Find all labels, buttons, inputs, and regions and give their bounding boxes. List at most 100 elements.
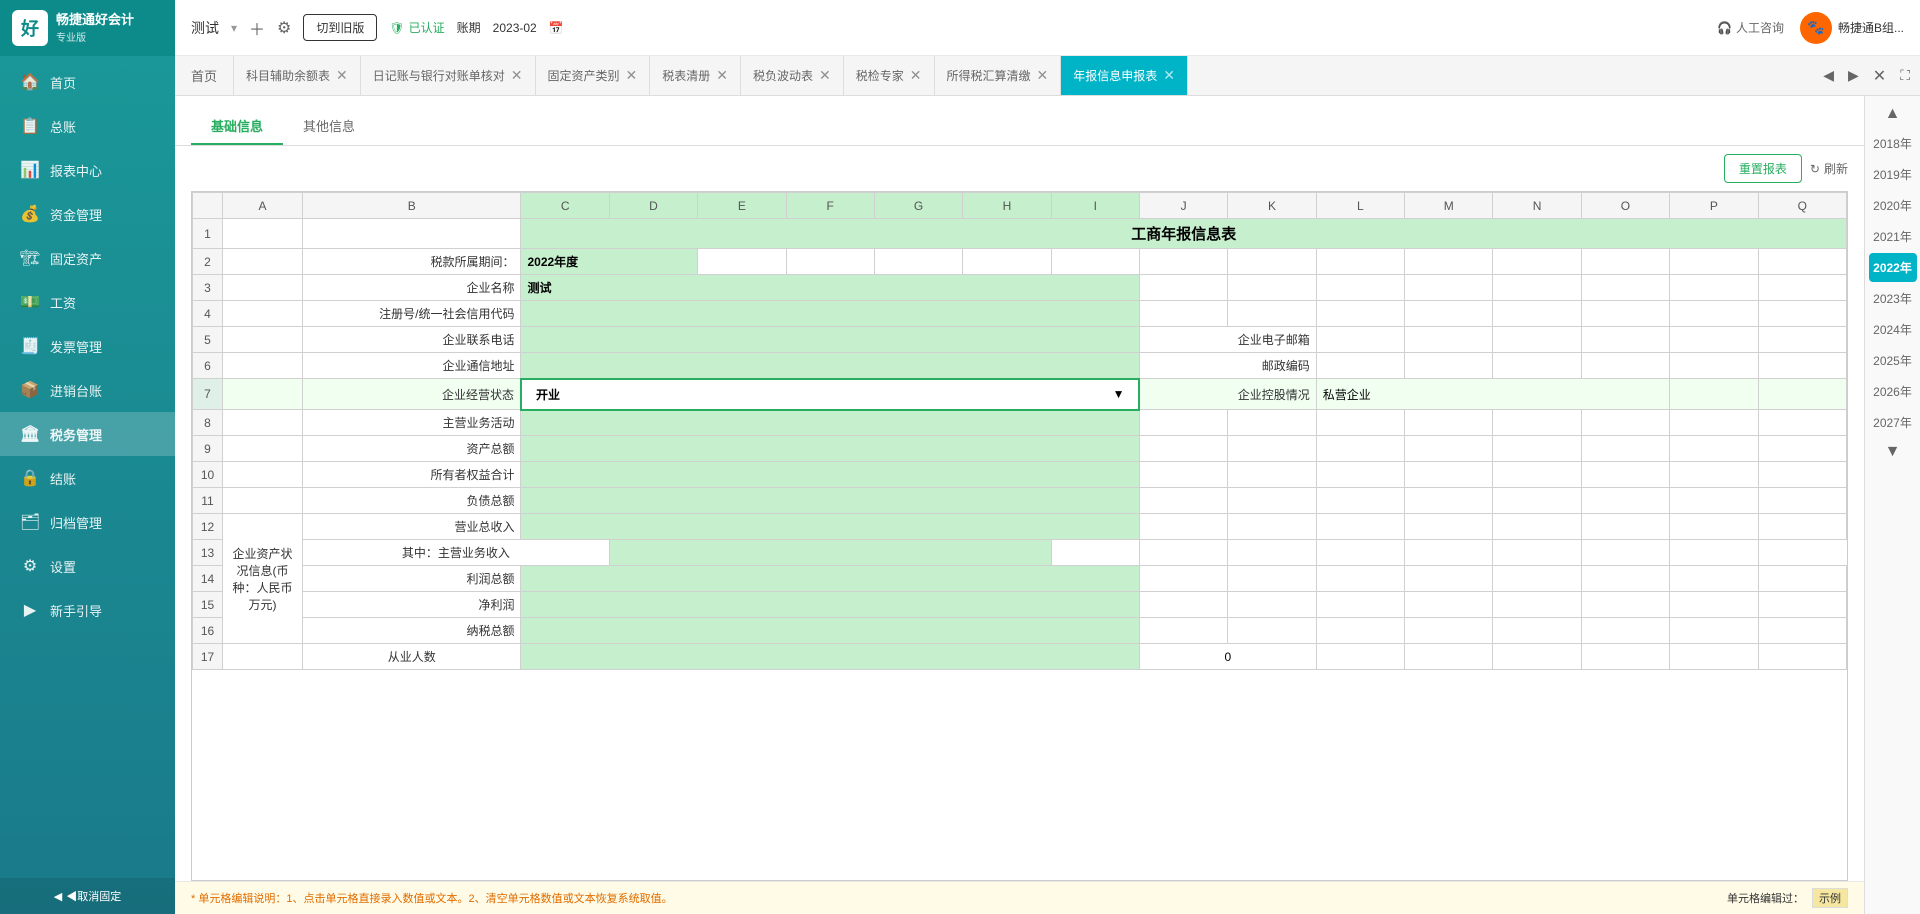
cell[interactable] <box>1316 410 1404 436</box>
cell[interactable] <box>1581 353 1669 379</box>
cell[interactable] <box>1316 249 1404 275</box>
cell[interactable] <box>874 249 962 275</box>
tab-1[interactable]: 科目辅助余额表✕ <box>234 56 361 95</box>
tab-2[interactable]: 日记账与银行对账单核对✕ <box>361 56 536 95</box>
cell-employee-count[interactable]: 0 <box>1139 644 1316 670</box>
cell[interactable]: 负债总额 <box>303 488 521 514</box>
cell-postcode-label[interactable]: 邮政编码 <box>1139 353 1316 379</box>
cell[interactable] <box>1228 592 1316 618</box>
sidebar-item-fund[interactable]: 💰资金管理 <box>0 192 175 236</box>
tab-3[interactable]: 固定资产类别✕ <box>536 56 651 95</box>
cell[interactable] <box>223 462 303 488</box>
cell[interactable] <box>1581 644 1669 670</box>
tab-close-all-button[interactable]: ✕ <box>1867 62 1892 90</box>
cell[interactable] <box>521 327 1140 353</box>
cell[interactable] <box>1139 275 1227 301</box>
cell[interactable]: 资产总额 <box>303 436 521 462</box>
sidebar-item-asset[interactable]: 🏗固定资产 <box>0 236 175 280</box>
cell[interactable] <box>1493 327 1581 353</box>
cell[interactable] <box>1139 301 1227 327</box>
cell[interactable]: 利润总额 <box>303 566 521 592</box>
cell[interactable] <box>1581 540 1669 566</box>
cell[interactable] <box>1228 275 1316 301</box>
cell[interactable] <box>1758 462 1847 488</box>
cell[interactable]: 净利润 <box>303 592 521 618</box>
cell[interactable] <box>1139 249 1227 275</box>
cell[interactable]: 企业名称 <box>303 275 521 301</box>
cell[interactable] <box>1405 488 1493 514</box>
cell[interactable] <box>609 540 1051 566</box>
cell[interactable] <box>1316 275 1404 301</box>
cell[interactable] <box>1493 249 1581 275</box>
cell[interactable] <box>1228 462 1316 488</box>
cell[interactable] <box>521 410 1140 436</box>
cell[interactable] <box>1405 592 1493 618</box>
cell[interactable]: 从业人数 <box>303 644 521 670</box>
cell[interactable] <box>223 488 303 514</box>
refresh-button[interactable]: ↻ 刷新 <box>1810 160 1848 177</box>
year-item[interactable]: 2021年 <box>1869 222 1917 251</box>
sub-tab-其他信息[interactable]: 其他信息 <box>283 108 375 145</box>
cell[interactable] <box>1581 327 1669 353</box>
cell[interactable] <box>1493 644 1581 670</box>
cell[interactable] <box>1316 514 1404 540</box>
old-version-button[interactable]: 切到旧版 <box>303 14 377 41</box>
cell[interactable] <box>1139 514 1227 540</box>
cell[interactable] <box>521 301 1140 327</box>
cell[interactable] <box>1228 540 1316 566</box>
topbar-dropdown-icon[interactable]: ▾ <box>231 21 237 35</box>
cell[interactable] <box>1670 249 1758 275</box>
sub-tab-基础信息[interactable]: 基础信息 <box>191 108 283 145</box>
year-item[interactable]: 2019年 <box>1869 160 1917 189</box>
cell[interactable]: 企业通信地址 <box>303 353 521 379</box>
year-item[interactable]: 2027年 <box>1869 408 1917 437</box>
tab-close-button[interactable]: ✕ <box>626 67 638 84</box>
cell[interactable] <box>223 249 303 275</box>
topbar-settings-button[interactable]: ⚙ <box>277 18 291 38</box>
cell[interactable]: 主营业务活动 <box>303 410 521 436</box>
cell[interactable] <box>1758 379 1847 410</box>
sidebar-item-close[interactable]: 🔒结账 <box>0 456 175 500</box>
year-item[interactable]: 2024年 <box>1869 315 1917 344</box>
sidebar-item-report[interactable]: 📊报表中心 <box>0 148 175 192</box>
cell[interactable] <box>1493 566 1581 592</box>
cell[interactable] <box>1758 410 1847 436</box>
cell[interactable] <box>521 644 1140 670</box>
year-item[interactable]: 2025年 <box>1869 346 1917 375</box>
cell[interactable] <box>1228 618 1316 644</box>
cell[interactable] <box>303 219 521 249</box>
cell[interactable] <box>1316 566 1404 592</box>
cell[interactable] <box>1670 275 1758 301</box>
cell[interactable]: 纳税总额 <box>303 618 521 644</box>
title-cell[interactable]: 工商年报信息表 <box>521 219 1847 249</box>
cell[interactable] <box>1493 436 1581 462</box>
tab-close-button[interactable]: ✕ <box>511 67 523 84</box>
cell[interactable] <box>1670 327 1758 353</box>
cell[interactable] <box>1316 462 1404 488</box>
tab-4[interactable]: 税表清册✕ <box>650 56 741 95</box>
cell[interactable] <box>963 249 1051 275</box>
tab-close-button[interactable]: ✕ <box>716 67 728 84</box>
cell[interactable] <box>1228 436 1316 462</box>
cell[interactable] <box>1316 540 1404 566</box>
cell[interactable] <box>223 436 303 462</box>
cell[interactable] <box>1316 301 1404 327</box>
cell[interactable] <box>1581 514 1669 540</box>
cell[interactable] <box>521 353 1140 379</box>
cell[interactable] <box>1758 436 1847 462</box>
cell[interactable] <box>1316 353 1404 379</box>
cell[interactable] <box>1670 353 1758 379</box>
tab-close-button[interactable]: ✕ <box>1037 67 1049 84</box>
cell[interactable] <box>1493 592 1581 618</box>
sidebar-item-ledger[interactable]: 📋总账 <box>0 104 175 148</box>
cell[interactable] <box>1758 301 1847 327</box>
tab-scroll-left-button[interactable]: ◀ <box>1817 63 1840 88</box>
cell[interactable] <box>521 488 1140 514</box>
cell-shareholding-label[interactable]: 企业控股情况 <box>1139 379 1316 410</box>
cell[interactable] <box>521 436 1140 462</box>
tab-8[interactable]: 年报信息申报表✕ <box>1061 56 1188 95</box>
cell[interactable] <box>1670 540 1758 566</box>
cell[interactable]: 企业联系电话 <box>303 327 521 353</box>
sidebar-item-tax[interactable]: 🏛税务管理 <box>0 412 175 456</box>
cell[interactable] <box>1228 488 1316 514</box>
